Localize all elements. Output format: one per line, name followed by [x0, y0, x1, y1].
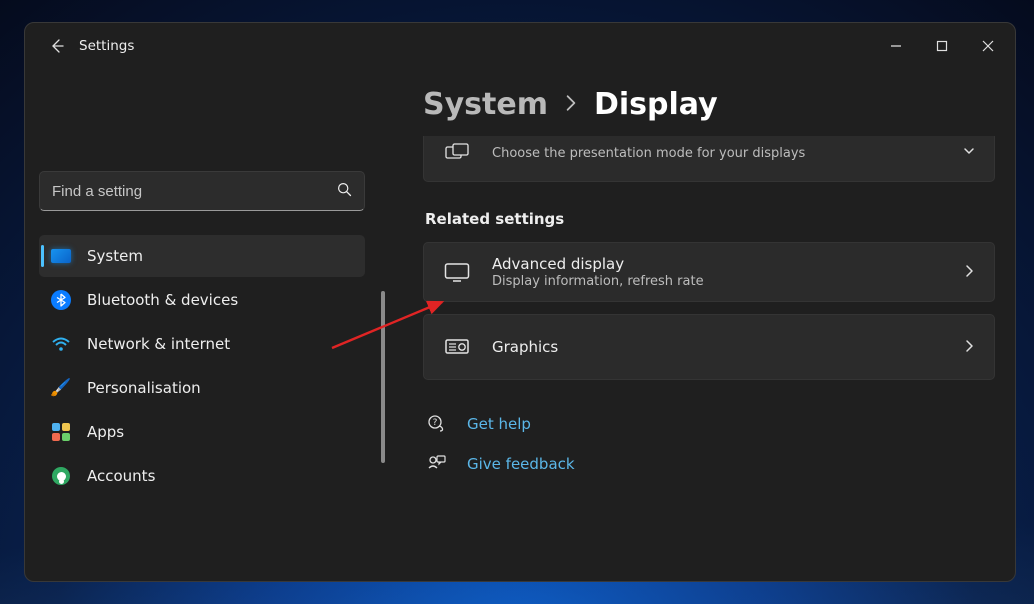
main-content: System Display Choose the presentation m… — [379, 69, 1015, 581]
help-icon: ? — [425, 414, 449, 434]
minimize-button[interactable] — [873, 24, 919, 68]
setting-card-sub: Display information, refresh rate — [492, 274, 942, 289]
sidebar-item-personalisation[interactable]: 🖌️ Personalisation — [39, 367, 365, 409]
search-input[interactable] — [52, 183, 337, 200]
close-button[interactable] — [965, 24, 1011, 68]
breadcrumb: System Display — [423, 87, 995, 122]
breadcrumb-root[interactable]: System — [423, 87, 548, 122]
sidebar-item-label: System — [87, 247, 143, 265]
window-controls — [873, 24, 1011, 68]
sidebar-item-accounts[interactable]: Accounts — [39, 455, 365, 497]
search-box[interactable] — [39, 171, 365, 211]
monitor-outline-icon — [442, 262, 472, 282]
chevron-down-icon — [962, 143, 976, 162]
apps-icon — [47, 418, 75, 446]
app-title: Settings — [79, 38, 134, 54]
svg-text:?: ? — [433, 418, 438, 428]
setting-card-graphics[interactable]: Graphics — [423, 314, 995, 380]
setting-card-advanced-display[interactable]: Advanced display Display information, re… — [423, 242, 995, 302]
link-give-feedback[interactable]: Give feedback — [425, 454, 995, 474]
sidebar-item-label: Apps — [87, 423, 124, 441]
sidebar-item-network[interactable]: Network & internet — [39, 323, 365, 365]
maximize-icon — [936, 40, 948, 52]
minimize-icon — [890, 40, 902, 52]
sidebar-item-label: Bluetooth & devices — [87, 291, 238, 309]
arrow-left-icon — [49, 38, 65, 54]
wifi-icon — [47, 330, 75, 358]
setting-card-title: Advanced display — [492, 255, 942, 273]
back-button[interactable] — [39, 28, 75, 64]
settings-window: Settings — [24, 22, 1016, 582]
sidebar-item-apps[interactable]: Apps — [39, 411, 365, 453]
chevron-right-icon — [962, 263, 976, 282]
chevron-right-icon — [562, 94, 580, 116]
sidebar-item-label: Network & internet — [87, 335, 230, 353]
maximize-button[interactable] — [919, 24, 965, 68]
bluetooth-icon — [47, 286, 75, 314]
sidebar-item-label: Accounts — [87, 467, 155, 485]
breadcrumb-leaf: Display — [594, 87, 718, 122]
gpu-icon — [442, 337, 472, 357]
feedback-icon — [425, 454, 449, 474]
section-header-related: Related settings — [425, 210, 995, 228]
sidebar-item-system[interactable]: System — [39, 235, 365, 277]
sidebar-item-bluetooth[interactable]: Bluetooth & devices — [39, 279, 365, 321]
link-label: Give feedback — [467, 455, 575, 473]
sidebar: System Bluetooth & devices Network & int… — [25, 69, 379, 581]
paintbrush-icon: 🖌️ — [47, 374, 75, 402]
setting-card-title: Graphics — [492, 338, 942, 356]
link-get-help[interactable]: ? Get help — [425, 414, 995, 434]
close-icon — [982, 40, 994, 52]
chevron-right-icon — [962, 338, 976, 357]
sidebar-item-label: Personalisation — [87, 379, 201, 397]
setting-card-sub: Choose the presentation mode for your di… — [492, 146, 942, 161]
link-label: Get help — [467, 415, 531, 433]
sidebar-nav: System Bluetooth & devices Network & int… — [39, 235, 365, 497]
person-icon — [47, 462, 75, 490]
setting-card-multiple-displays[interactable]: Choose the presentation mode for your di… — [423, 136, 995, 182]
titlebar: Settings — [25, 23, 1015, 69]
search-icon — [337, 182, 352, 201]
display-duplicate-icon — [442, 143, 472, 163]
monitor-icon — [47, 242, 75, 270]
